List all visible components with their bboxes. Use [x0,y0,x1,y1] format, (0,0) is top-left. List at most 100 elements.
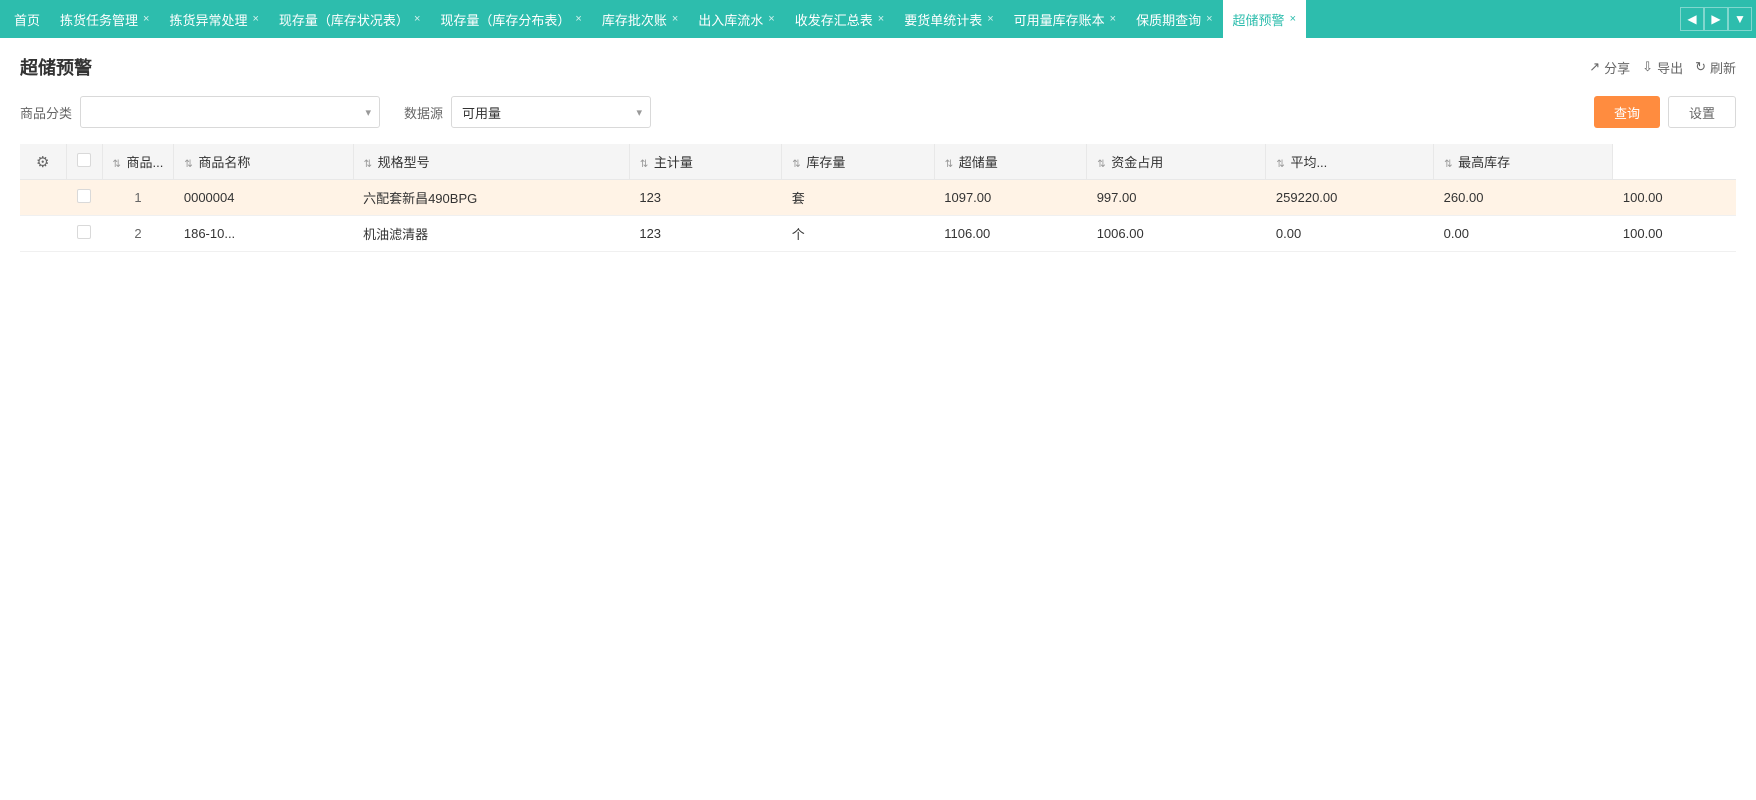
filter-row: 商品分类 ▾ 数据源 可用量 ▾ 查询 设置 [20,96,1736,128]
nav-item-stock-dist[interactable]: 现存量（库存分布表） × [430,0,591,38]
export-icon: ⇩ [1642,59,1653,75]
row-product-code-0: 0000004 [174,180,353,216]
chevron-down-icon: ▾ [365,106,371,119]
table-row: 10000004六配套新昌490BPG123套1097.00997.002592… [20,180,1736,216]
row-product-code-1: 186-10... [174,216,353,252]
col-header-capital[interactable]: ⇅ 资金占用 [1087,144,1266,180]
filter-category: 商品分类 ▾ [20,96,380,128]
row-index-1: 2 [102,216,174,252]
col-header-avg[interactable]: ⇅ 平均... [1266,144,1434,180]
row-capital-1: 0.00 [1266,216,1434,252]
table-row: 2186-10...机油滤清器123个1106.001006.000.000.0… [20,216,1736,252]
page-header: 超储预警 ↗ 分享 ⇩ 导出 ↻ 刷新 [20,54,1736,80]
col-header-stock[interactable]: ⇅ 库存量 [782,144,934,180]
datasource-label: 数据源 [404,103,443,122]
col-header-unit[interactable]: ⇅ 主计量 [629,144,781,180]
page-title: 超储预警 [20,54,92,80]
row-product-name-0: 六配套新昌490BPG [353,180,629,216]
sort-icon: ⇅ [945,159,953,170]
row-gear-0 [20,180,66,216]
sort-icon: ⇅ [1097,159,1105,170]
sort-icon: ⇅ [113,159,121,170]
col-header-checkbox[interactable] [66,144,102,180]
nav-item-home[interactable]: 首页 [4,0,50,38]
nav-item-order-stat[interactable]: 要货单统计表 × [894,0,1003,38]
select-all-checkbox[interactable] [77,153,91,167]
row-unit-1: 个 [782,216,934,252]
category-select[interactable]: ▾ [80,96,380,128]
export-button[interactable]: ⇩ 导出 [1642,58,1683,77]
row-product-name-1: 机油滤清器 [353,216,629,252]
close-icon[interactable]: × [1110,13,1116,25]
settings-button[interactable]: 设置 [1668,96,1736,128]
close-icon[interactable]: × [672,13,678,25]
close-icon[interactable]: × [987,13,993,25]
row-select-checkbox[interactable] [77,225,91,239]
row-max-stock-0: 100.00 [1613,180,1736,216]
nav-item-quality[interactable]: 保质期查询 × [1126,0,1222,38]
close-icon[interactable]: × [252,13,258,25]
close-icon[interactable]: × [1290,13,1296,25]
row-overstock-0: 997.00 [1087,180,1266,216]
row-stock-0: 1097.00 [934,180,1086,216]
col-header-max-stock[interactable]: ⇅ 最高库存 [1434,144,1613,180]
row-checkbox-0[interactable] [66,180,102,216]
nav-arrow-right[interactable]: ▶ [1704,7,1728,31]
query-button[interactable]: 查询 [1594,96,1660,128]
close-icon[interactable]: × [143,13,149,25]
sort-icon: ⇅ [184,159,192,170]
data-table: ⚙ ⇅ 商品... ⇅ 商品名称 ⇅ 规格型号 ⇅ [20,144,1736,252]
nav-item-stock-status[interactable]: 现存量（库存状况表） × [269,0,430,38]
nav-arrow-left[interactable]: ◀ [1680,7,1704,31]
top-nav: 首页 拣货任务管理 × 拣货异常处理 × 现存量（库存状况表） × 现存量（库存… [0,0,1756,38]
datasource-select[interactable]: 可用量 ▾ [451,96,651,128]
row-capital-0: 259220.00 [1266,180,1434,216]
sort-icon: ⇅ [1444,159,1452,170]
nav-arrows: ◀ ▶ ▼ [1680,7,1752,31]
nav-item-summary[interactable]: 收发存汇总表 × [785,0,894,38]
row-gear-1 [20,216,66,252]
chevron-down-icon: ▾ [637,106,643,119]
nav-item-batch[interactable]: 库存批次账 × [592,0,688,38]
col-header-settings[interactable]: ⚙ [20,144,66,180]
row-max-stock-1: 100.00 [1613,216,1736,252]
col-header-spec[interactable]: ⇅ 规格型号 [353,144,629,180]
close-icon[interactable]: × [1206,13,1212,25]
row-avg-1: 0.00 [1434,216,1613,252]
nav-item-available[interactable]: 可用量库存账本 × [1004,0,1126,38]
sort-icon: ⇅ [364,159,372,170]
row-select-checkbox[interactable] [77,189,91,203]
gear-icon[interactable]: ⚙ [36,154,49,171]
col-header-product-name[interactable]: ⇅ 商品名称 [174,144,353,180]
row-stock-1: 1106.00 [934,216,1086,252]
nav-item-task[interactable]: 拣货任务管理 × [50,0,159,38]
page-content: 超储预警 ↗ 分享 ⇩ 导出 ↻ 刷新 商品分类 ▾ 数据源 [0,38,1756,800]
nav-arrow-more[interactable]: ▼ [1728,7,1752,31]
category-label: 商品分类 [20,103,72,122]
close-icon[interactable]: × [414,13,420,25]
filter-actions: 查询 设置 [1594,96,1736,128]
close-icon[interactable]: × [575,13,581,25]
row-index-0: 1 [102,180,174,216]
row-overstock-1: 1006.00 [1087,216,1266,252]
refresh-button[interactable]: ↻ 刷新 [1695,58,1736,77]
close-icon[interactable]: × [768,13,774,25]
col-header-product-code[interactable]: ⇅ 商品... [102,144,174,180]
refresh-icon: ↻ [1695,59,1706,75]
share-button[interactable]: ↗ 分享 [1589,58,1630,77]
close-icon[interactable]: × [878,13,884,25]
nav-item-overstock[interactable]: 超储预警 × [1223,0,1306,38]
row-spec-1: 123 [629,216,781,252]
sort-icon: ⇅ [640,159,648,170]
row-avg-0: 260.00 [1434,180,1613,216]
sort-icon: ⇅ [1276,159,1284,170]
header-actions: ↗ 分享 ⇩ 导出 ↻ 刷新 [1589,58,1736,77]
nav-item-inout[interactable]: 出入库流水 × [688,0,784,38]
col-header-overstock[interactable]: ⇅ 超储量 [934,144,1086,180]
row-checkbox-1[interactable] [66,216,102,252]
share-icon: ↗ [1589,59,1600,75]
nav-item-exception[interactable]: 拣货异常处理 × [159,0,268,38]
row-spec-0: 123 [629,180,781,216]
sort-icon: ⇅ [792,159,800,170]
filter-datasource: 数据源 可用量 ▾ [404,96,651,128]
